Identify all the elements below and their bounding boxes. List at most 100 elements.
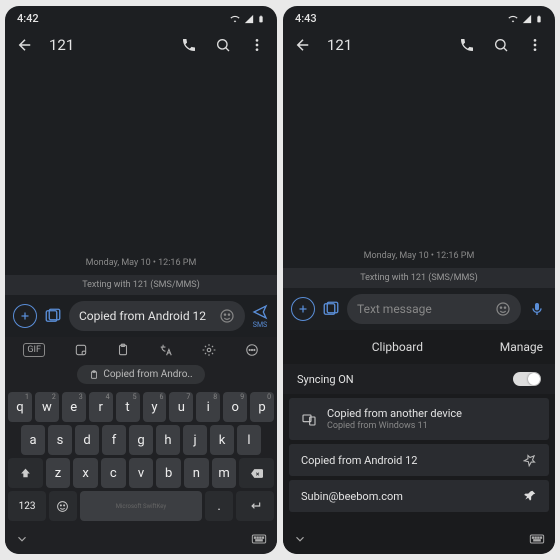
enter-key[interactable] bbox=[236, 491, 274, 521]
gallery-button[interactable] bbox=[43, 306, 63, 326]
clipboard-chip-icon bbox=[89, 370, 99, 380]
backspace-key[interactable] bbox=[239, 458, 274, 488]
wifi-icon bbox=[229, 14, 241, 24]
gif-button[interactable]: GIF bbox=[23, 343, 45, 357]
keyboard-toolbar: GIF bbox=[5, 337, 277, 363]
voice-input-button[interactable] bbox=[527, 299, 547, 319]
emoji-key[interactable] bbox=[49, 491, 76, 521]
search-button[interactable] bbox=[213, 35, 233, 55]
key-i[interactable]: 8i bbox=[196, 392, 220, 422]
nav-bar bbox=[5, 528, 277, 554]
emoji-icon[interactable] bbox=[219, 308, 235, 324]
period-key[interactable]: . bbox=[205, 491, 232, 521]
back-button[interactable] bbox=[293, 35, 313, 55]
message-timestamp: Monday, May 10 • 12:16 PM bbox=[364, 251, 475, 261]
key-d[interactable]: d bbox=[75, 425, 99, 455]
emoji-icon[interactable] bbox=[495, 301, 511, 317]
shift-key[interactable] bbox=[8, 458, 43, 488]
clipboard-icon[interactable] bbox=[116, 343, 130, 357]
more-icon[interactable] bbox=[245, 343, 259, 357]
key-h[interactable]: h bbox=[156, 425, 180, 455]
key-w[interactable]: 2w bbox=[35, 392, 59, 422]
app-bar: 121 bbox=[5, 27, 277, 63]
signal-icon bbox=[244, 14, 254, 24]
key-q[interactable]: 1q bbox=[8, 392, 32, 422]
settings-icon[interactable] bbox=[202, 343, 216, 357]
key-n[interactable]: n bbox=[184, 458, 209, 488]
nav-down-icon[interactable] bbox=[293, 532, 307, 546]
call-button[interactable] bbox=[179, 35, 199, 55]
clipboard-chip-text: Copied from Andro.. bbox=[103, 369, 192, 380]
key-v[interactable]: v bbox=[129, 458, 154, 488]
status-time: 4:42 bbox=[17, 12, 39, 25]
keyboard-switcher-icon[interactable] bbox=[251, 533, 267, 545]
signal-icon bbox=[522, 14, 532, 24]
nav-bar bbox=[283, 516, 555, 554]
back-button[interactable] bbox=[15, 35, 35, 55]
key-k[interactable]: k bbox=[210, 425, 234, 455]
key-t[interactable]: 5t bbox=[116, 392, 140, 422]
key-j[interactable]: j bbox=[183, 425, 207, 455]
key-o[interactable]: 9o bbox=[223, 392, 247, 422]
more-button[interactable] bbox=[247, 35, 267, 55]
clipboard-item-subtitle: Copied from Windows 11 bbox=[327, 421, 537, 431]
add-attachment-button[interactable] bbox=[291, 297, 315, 321]
key-c[interactable]: c bbox=[101, 458, 126, 488]
status-time: 4:43 bbox=[295, 12, 317, 25]
sync-row: Syncing ON bbox=[283, 364, 555, 394]
key-u[interactable]: 7u bbox=[169, 392, 193, 422]
sms-info-banner: Texting with 121 (SMS/MMS) bbox=[283, 268, 555, 288]
clipboard-header: Clipboard Manage bbox=[283, 330, 555, 364]
nav-down-icon[interactable] bbox=[15, 532, 29, 546]
battery-icon bbox=[257, 13, 265, 25]
key-s[interactable]: s bbox=[48, 425, 72, 455]
sticker-icon[interactable] bbox=[74, 343, 88, 357]
sms-info-banner: Texting with 121 (SMS/MMS) bbox=[5, 275, 277, 295]
key-a[interactable]: a bbox=[21, 425, 45, 455]
key-e[interactable]: 3e bbox=[62, 392, 86, 422]
key-y[interactable]: 6y bbox=[143, 392, 167, 422]
more-button[interactable] bbox=[525, 35, 545, 55]
sync-label: Syncing ON bbox=[297, 373, 354, 386]
pin-icon-filled[interactable] bbox=[523, 489, 537, 503]
key-g[interactable]: g bbox=[129, 425, 153, 455]
key-r[interactable]: 4r bbox=[89, 392, 113, 422]
clipboard-item[interactable]: Copied from Android 12 bbox=[289, 444, 549, 476]
compose-bar: Text message bbox=[283, 288, 555, 330]
clipboard-item-text: Copied from Android 12 bbox=[301, 454, 513, 467]
key-l[interactable]: l bbox=[237, 425, 261, 455]
conversation-title[interactable]: 121 bbox=[327, 36, 443, 54]
chat-area: Monday, May 10 • 12:16 PM bbox=[5, 63, 277, 275]
key-m[interactable]: m bbox=[212, 458, 237, 488]
call-button[interactable] bbox=[457, 35, 477, 55]
clipboard-item[interactable]: Subin@beebom.com bbox=[289, 480, 549, 512]
sync-toggle[interactable] bbox=[513, 372, 541, 386]
wifi-icon bbox=[507, 14, 519, 24]
key-b[interactable]: b bbox=[156, 458, 181, 488]
conversation-title[interactable]: 121 bbox=[49, 36, 165, 54]
keyboard: GIF Copied from Andro.. 1q2w3e4r5t6y7u8i… bbox=[5, 337, 277, 554]
clipboard-item[interactable]: Copied from another device Copied from W… bbox=[289, 398, 549, 440]
key-f[interactable]: f bbox=[102, 425, 126, 455]
gallery-button[interactable] bbox=[321, 299, 341, 319]
message-timestamp: Monday, May 10 • 12:16 PM bbox=[86, 258, 197, 268]
message-input[interactable]: Copied from Android 12 bbox=[69, 301, 245, 331]
key-x[interactable]: x bbox=[73, 458, 98, 488]
message-input[interactable]: Text message bbox=[347, 294, 521, 324]
device-icon bbox=[301, 411, 317, 427]
clipboard-panel: Clipboard Manage Syncing ON Copied from … bbox=[283, 330, 555, 554]
clipboard-suggestion[interactable]: Copied from Andro.. bbox=[5, 363, 277, 390]
spacebar-key[interactable]: Microsoft SwiftKey bbox=[80, 491, 203, 521]
keyboard-switcher-icon[interactable] bbox=[529, 533, 545, 545]
key-p[interactable]: 0p bbox=[250, 392, 274, 422]
send-button[interactable]: SMS bbox=[251, 304, 269, 329]
pin-icon[interactable] bbox=[523, 453, 537, 467]
translate-icon[interactable] bbox=[159, 343, 173, 357]
numeric-key[interactable]: 123 bbox=[8, 491, 46, 521]
key-z[interactable]: z bbox=[46, 458, 71, 488]
add-attachment-button[interactable] bbox=[13, 304, 37, 328]
phone-left: 4:42 121 Monday, May 10 • 12:16 PM Texti… bbox=[5, 6, 277, 554]
manage-button[interactable]: Manage bbox=[500, 340, 543, 354]
message-input-text: Copied from Android 12 bbox=[79, 309, 213, 323]
search-button[interactable] bbox=[491, 35, 511, 55]
